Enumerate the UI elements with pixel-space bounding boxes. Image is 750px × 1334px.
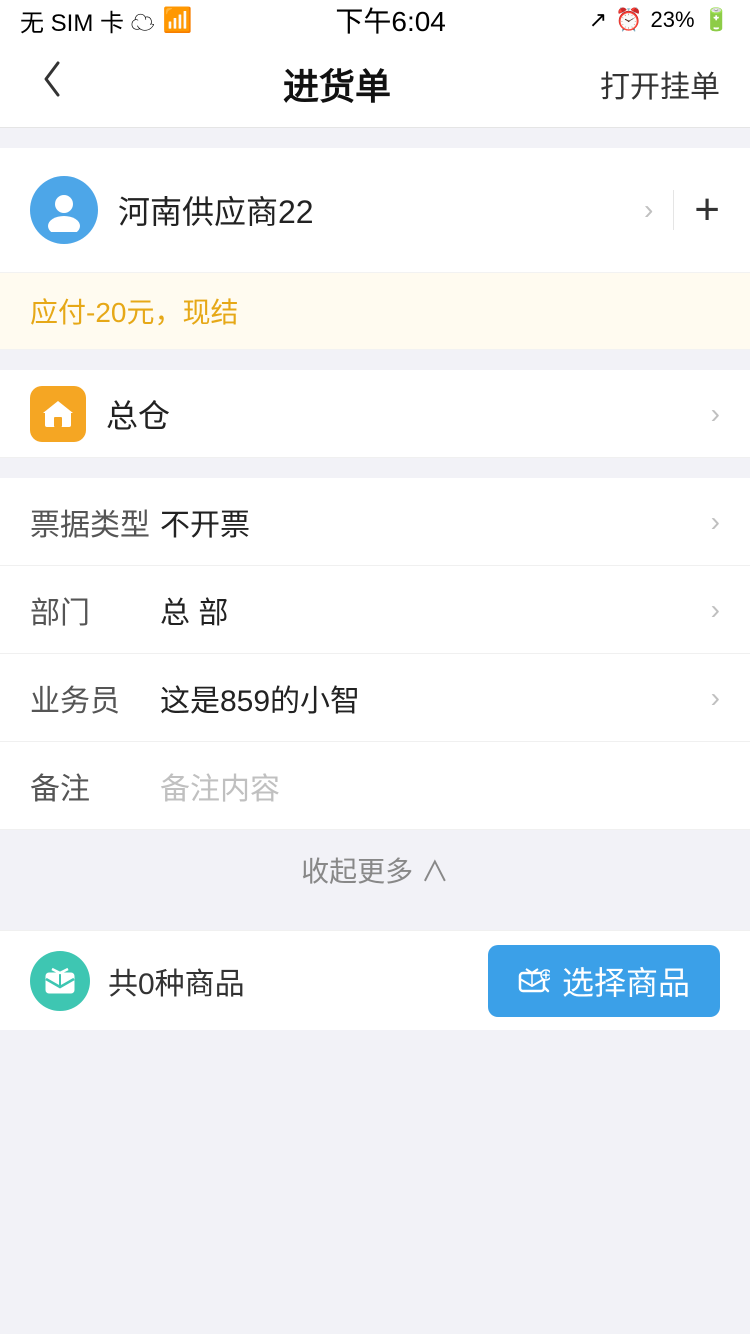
notice-row: 应付-20元，现结 [0,273,750,350]
supplier-card: 河南供应商22 › + 应付-20元，现结 [0,148,750,350]
department-row[interactable]: 部门 总 部 › [0,566,750,654]
status-bar: 无 SIM 卡 ☁ 📶 下午6:04 ↗ ⏰ 23% 🔋 [0,0,750,40]
goods-icon-bg [30,951,90,1011]
location-icon: ↗ [589,7,607,33]
wifi-icon: 📶 [163,6,193,35]
supplier-avatar [30,176,98,244]
salesperson-label: 业务员 [30,676,150,720]
alarm-icon: ⏰ [615,7,642,33]
warehouse-row[interactable]: 总仓 › [0,370,750,458]
salesperson-chevron-icon: › [711,682,720,714]
battery-icon: 🔋 [703,7,730,33]
page-title: 进货单 [283,58,391,110]
select-goods-icon [518,965,550,997]
goods-count-label: 共0种商品 [108,959,488,1003]
warehouse-icon-bg [30,386,86,442]
department-label: 部门 [30,588,150,632]
salesperson-value: 这是859的小智 [150,676,711,720]
invoice-type-value: 不开票 [150,500,711,544]
open-pending-button[interactable]: 打开挂单 [600,62,720,106]
warehouse-chevron-icon: › [711,398,720,430]
invoice-type-label: 票据类型 [30,500,150,544]
department-value: 总 部 [150,588,711,632]
remark-row[interactable]: 备注 备注内容 [0,742,750,830]
form-card: 票据类型 不开票 › 部门 总 部 › 业务员 这是859的小智 › 备注 备注… [0,478,750,830]
select-goods-button[interactable]: 选择商品 [488,945,720,1017]
status-time: 下午6:04 [335,0,446,40]
empty-area [0,1030,750,1330]
select-goods-label: 选择商品 [562,958,690,1004]
remark-input[interactable]: 备注内容 [150,764,720,808]
no-sim-text: 无 SIM 卡 ☁ [20,3,155,38]
section-gap-4 [0,910,750,930]
section-gap-3 [0,458,750,478]
supplier-chevron-icon: › [644,194,653,226]
collapse-row[interactable]: 收起更多 ∧ [0,830,750,910]
battery-text: 23% [651,7,695,33]
salesperson-row[interactable]: 业务员 这是859的小智 › [0,654,750,742]
status-left: 无 SIM 卡 ☁ 📶 [20,3,193,38]
invoice-type-chevron-icon: › [711,506,720,538]
warehouse-name: 总仓 [106,391,711,437]
section-gap-2 [0,350,750,370]
remark-label: 备注 [30,764,150,808]
bottom-bar: 共0种商品 选择商品 [0,930,750,1030]
add-supplier-button[interactable]: + [694,188,720,232]
back-button[interactable] [30,49,74,119]
supplier-row[interactable]: 河南供应商22 › + [0,148,750,273]
section-gap-1 [0,128,750,148]
status-right: ↗ ⏰ 23% 🔋 [589,7,730,33]
invoice-type-row[interactable]: 票据类型 不开票 › [0,478,750,566]
nav-bar: 进货单 打开挂单 [0,40,750,128]
department-chevron-icon: › [711,594,720,626]
supplier-name: 河南供应商22 [118,187,644,233]
supplier-divider [673,190,674,230]
warehouse-card: 总仓 › [0,370,750,458]
